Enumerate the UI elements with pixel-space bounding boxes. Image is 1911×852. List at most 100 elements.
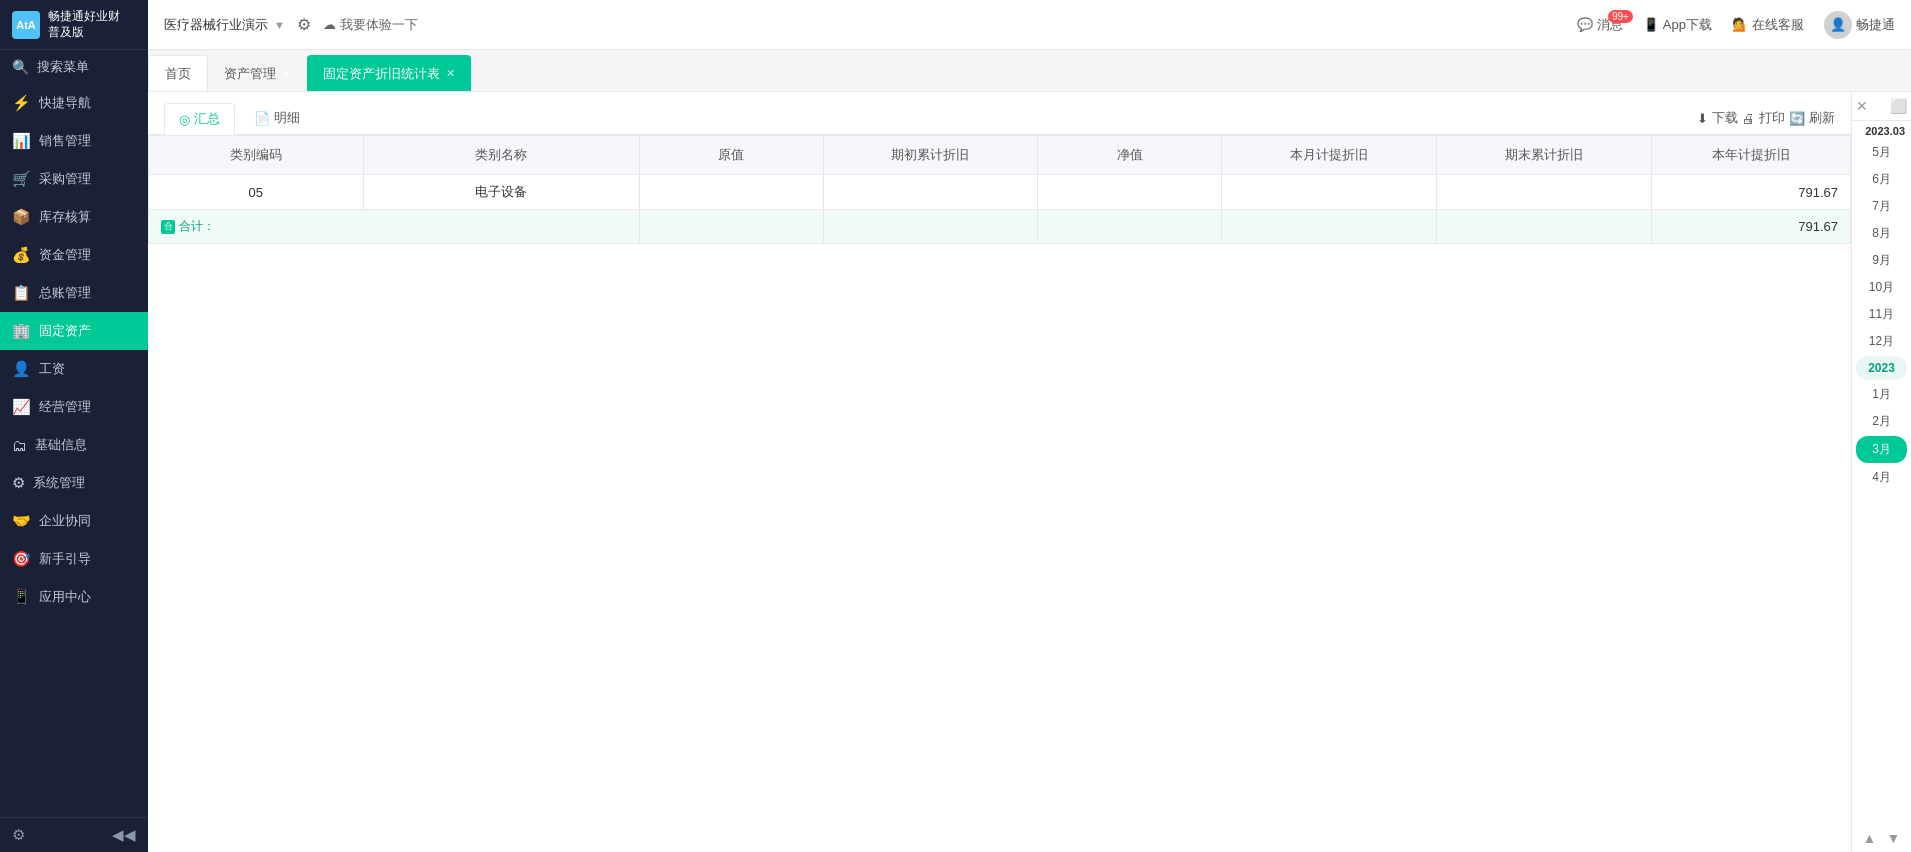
table-row: 05 电子设备 791.67 (149, 175, 1851, 210)
tab-asset-management-label: 资产管理 (224, 65, 276, 83)
total-period-accum (823, 210, 1038, 244)
sidebar-item-label: 快捷导航 (39, 94, 91, 112)
username: 畅捷通 (1856, 16, 1895, 34)
sidebar-search-menu[interactable]: 🔍 搜索菜单 (0, 50, 148, 84)
date-panel-header: ✕ ⬜ (1852, 92, 1911, 121)
date-nav-up-button[interactable]: ▲ (1860, 828, 1880, 848)
topbar-right: 💬 消息 99+ 📱 App下载 💁 在线客服 👤 畅捷通 (1577, 11, 1895, 39)
tab-fixed-asset-depreciation-close[interactable]: ✕ (446, 67, 455, 80)
sidebar-item-label: 应用中心 (39, 588, 91, 606)
inventory-icon: 📦 (12, 208, 31, 226)
sub-tab-detail-label: 明细 (274, 109, 300, 127)
date-nav-down-button[interactable]: ▼ (1884, 828, 1904, 848)
month-2022-6[interactable]: 6月 (1852, 166, 1911, 193)
month-2023-1[interactable]: 1月 (1852, 381, 1911, 408)
company-name: 医疗器械行业演示 (164, 16, 268, 34)
sidebar-item-ledger[interactable]: 📋 总账管理 (0, 274, 148, 312)
download-button[interactable]: ⬇ 下载 (1697, 109, 1738, 127)
print-label: 打印 (1759, 109, 1785, 127)
total-original-value (639, 210, 823, 244)
purchase-icon: 🛒 (12, 170, 31, 188)
tab-fixed-asset-depreciation-label: 固定资产折旧统计表 (323, 65, 440, 83)
month-2023-2[interactable]: 2月 (1852, 408, 1911, 435)
company-selector[interactable]: 医疗器械行业演示 ▼ (164, 16, 285, 34)
experience-button[interactable]: ☁ 我要体验一下 (323, 16, 418, 34)
month-2022-10[interactable]: 10月 (1852, 274, 1911, 301)
topbar-settings-icon[interactable]: ⚙ (297, 15, 311, 34)
sidebar-collapse-icon[interactable]: ◀◀ (112, 826, 136, 844)
sidebar-item-label: 工资 (39, 360, 65, 378)
date-panel-months: 5月 6月 7月 8月 9月 10月 11月 12月 2023 1月 2月 3月… (1852, 139, 1911, 824)
sidebar-item-fixed-assets[interactable]: 🏢 固定资产 (0, 312, 148, 350)
sub-tab-detail[interactable]: 📄 明细 (239, 102, 315, 134)
month-2022-11[interactable]: 11月 (1852, 301, 1911, 328)
messages-icon: 💬 (1577, 17, 1593, 32)
payroll-icon: 👤 (12, 360, 31, 378)
sidebar-item-basic-info[interactable]: 🗂 基础信息 (0, 426, 148, 464)
total-period-end-accum (1436, 210, 1651, 244)
sidebar-item-label: 系统管理 (33, 474, 85, 492)
month-2023-3[interactable]: 3月 (1856, 436, 1907, 463)
sidebar-item-label: 基础信息 (35, 436, 87, 454)
sidebar-item-payroll[interactable]: 👤 工资 (0, 350, 148, 388)
date-panel-expand-button[interactable]: ⬜ (1890, 98, 1907, 114)
sidebar-item-app-center[interactable]: 📱 应用中心 (0, 578, 148, 616)
month-2022-12[interactable]: 12月 (1852, 328, 1911, 355)
sidebar-nav-scroll: ⚡ 快捷导航 📊 销售管理 🛒 采购管理 📦 库存核算 💰 资金管理 📋 总账管… (0, 84, 148, 817)
sidebar-item-inventory[interactable]: 📦 库存核算 (0, 198, 148, 236)
month-2022-8[interactable]: 8月 (1852, 220, 1911, 247)
guide-icon: 🎯 (12, 550, 31, 568)
print-icon: 🖨 (1742, 111, 1755, 126)
sidebar-item-sales[interactable]: 📊 销售管理 (0, 122, 148, 160)
depreciation-table-wrapper: 类别编码 类别名称 原值 期初累计折旧 净值 本月计提折旧 期末累计折旧 本年计… (148, 135, 1851, 852)
quick-nav-icon: ⚡ (12, 94, 31, 112)
sidebar-item-operations[interactable]: 📈 经营管理 (0, 388, 148, 426)
online-service-label: 在线客服 (1752, 16, 1804, 34)
app-download-label: App下载 (1663, 16, 1712, 34)
content-area: ◎ 汇总 📄 明细 ⬇ 下载 🖨 打印 🔄 (148, 92, 1911, 852)
main-area: 医疗器械行业演示 ▼ ⚙ ☁ 我要体验一下 💬 消息 99+ 📱 App下载 💁… (148, 0, 1911, 852)
col-header-category-code: 类别编码 (149, 136, 364, 175)
experience-label: 我要体验一下 (340, 16, 418, 34)
cell-period-end-accum (1436, 175, 1651, 210)
app-download-button[interactable]: 📱 App下载 (1643, 16, 1712, 34)
month-2022-5[interactable]: 5月 (1852, 139, 1911, 166)
year-2023-label[interactable]: 2023 (1856, 356, 1907, 380)
month-2023-4[interactable]: 4月 (1852, 464, 1911, 491)
tab-asset-management-close[interactable]: ✕ (282, 67, 291, 80)
tab-asset-management[interactable]: 资产管理 ✕ (208, 55, 307, 91)
sidebar-item-guide[interactable]: 🎯 新手引导 (0, 540, 148, 578)
enterprise-icon: 🤝 (12, 512, 31, 530)
sidebar-item-quick-nav[interactable]: ⚡ 快捷导航 (0, 84, 148, 122)
user-profile[interactable]: 👤 畅捷通 (1824, 11, 1895, 39)
detail-icon: 📄 (254, 111, 270, 126)
online-service-button[interactable]: 💁 在线客服 (1732, 16, 1804, 34)
sidebar-search-label: 搜索菜单 (37, 58, 89, 76)
summary-icon: ◎ (179, 112, 190, 127)
refresh-icon: 🔄 (1789, 111, 1805, 126)
month-2022-9[interactable]: 9月 (1852, 247, 1911, 274)
sidebar-item-label: 总账管理 (39, 284, 91, 302)
messages-button[interactable]: 💬 消息 99+ (1577, 16, 1623, 34)
sidebar-item-system[interactable]: ⚙ 系统管理 (0, 464, 148, 502)
tab-fixed-asset-depreciation[interactable]: 固定资产折旧统计表 ✕ (307, 55, 471, 91)
col-header-year-depreciation: 本年计提折旧 (1651, 136, 1850, 175)
sidebar-item-purchase[interactable]: 🛒 采购管理 (0, 160, 148, 198)
service-icon: 💁 (1732, 17, 1748, 32)
date-panel-close-button[interactable]: ✕ (1856, 98, 1868, 114)
refresh-button[interactable]: 🔄 刷新 (1789, 109, 1835, 127)
system-icon: ⚙ (12, 474, 25, 492)
month-2022-7[interactable]: 7月 (1852, 193, 1911, 220)
sidebar-item-enterprise[interactable]: 🤝 企业协同 (0, 502, 148, 540)
total-year-depreciation: 791.67 (1651, 210, 1850, 244)
total-icon: 合 (161, 220, 175, 234)
tab-home[interactable]: 首页 (148, 55, 208, 91)
sidebar-item-label: 经营管理 (39, 398, 91, 416)
print-button[interactable]: 🖨 打印 (1742, 109, 1785, 127)
sidebar-settings-icon[interactable]: ⚙ (12, 826, 25, 844)
sidebar-item-finance[interactable]: 💰 资金管理 (0, 236, 148, 274)
table-total-row: 合 合计： 791.67 (149, 210, 1851, 244)
col-header-month-depreciation: 本月计提折旧 (1222, 136, 1437, 175)
download-icon: 📱 (1643, 17, 1659, 32)
sub-tab-summary[interactable]: ◎ 汇总 (164, 103, 235, 135)
